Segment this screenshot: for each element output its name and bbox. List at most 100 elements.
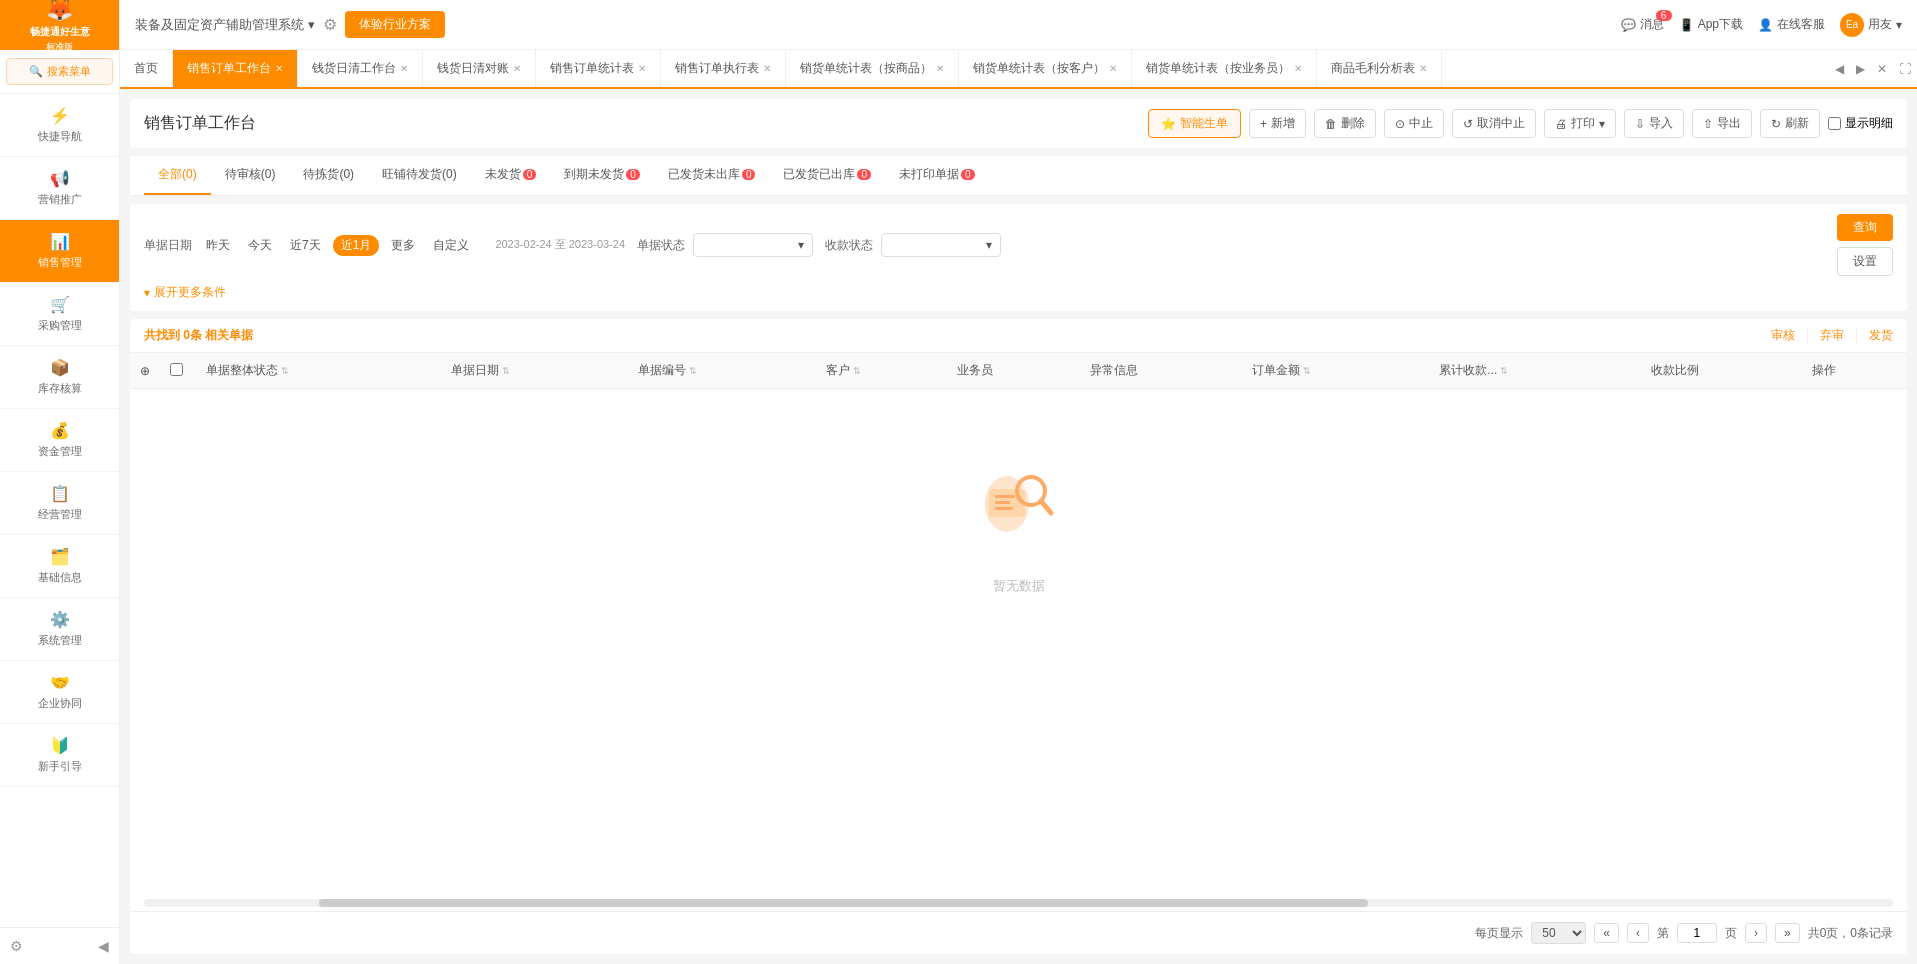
receipt-select[interactable]: ▾ <box>881 233 1001 257</box>
search-menu-button[interactable]: 🔍 搜索菜单 <box>6 58 113 85</box>
tab-sales-exec[interactable]: 销售订单执行表 ✕ <box>661 50 786 87</box>
tab-close-sales-summary-customer[interactable]: ✕ <box>1109 63 1117 74</box>
expand-icon: ▾ <box>144 286 150 300</box>
sidebar-item-finance[interactable]: 💰 资金管理 <box>0 409 119 472</box>
tab-maximize-btn[interactable]: ⛶ <box>1893 54 1917 84</box>
cancel-stop-button[interactable]: ↺ 取消中止 <box>1452 109 1536 138</box>
tab-close-cash-reconcile[interactable]: ✕ <box>513 63 521 74</box>
batch-deliver-btn[interactable]: 发货 <box>1869 327 1893 344</box>
solution-button[interactable]: 体验行业方案 <box>345 11 445 38</box>
expand-conditions-btn[interactable]: ▾ 展开更多条件 <box>144 284 1893 301</box>
tab-close-sales-summary-product[interactable]: ✕ <box>936 63 944 74</box>
page-number-input[interactable] <box>1677 923 1717 943</box>
sidebar-item-inventory[interactable]: 📦 库存核算 <box>0 346 119 409</box>
filter-date-yesterday[interactable]: 昨天 <box>200 235 236 256</box>
tab-home[interactable]: 首页 <box>120 50 173 87</box>
system-title-dropdown[interactable]: 装备及固定资产辅助管理系统 ▾ <box>135 16 315 34</box>
messages-btn[interactable]: 💬 消息 6 <box>1621 16 1664 33</box>
tab-cash-reconcile[interactable]: 钱货日清对账 ✕ <box>423 50 536 87</box>
import-button[interactable]: ⇩ 导入 <box>1624 109 1684 138</box>
sub-tab-shipped-out[interactable]: 已发货已出库0 <box>769 156 885 195</box>
sort-doc-date[interactable]: 单据日期 ⇅ <box>451 362 619 379</box>
per-page-select[interactable]: 50 10 20 100 <box>1531 922 1586 944</box>
tab-sales-summary-product[interactable]: 销货单统计表（按商品） ✕ <box>786 50 959 87</box>
sidebar-item-enterprise[interactable]: 🤝 企业协同 <box>0 661 119 724</box>
status-select[interactable]: ▾ <box>693 233 813 257</box>
tab-cash-daily[interactable]: 钱货日清工作台 ✕ <box>298 50 423 87</box>
finance-icon: 💰 <box>50 421 70 440</box>
sub-tab-overdue-not-shipped[interactable]: 到期未发货0 <box>550 156 654 195</box>
refresh-button[interactable]: ↻ 刷新 <box>1760 109 1820 138</box>
sub-tab-pending-inspect[interactable]: 待拣货(0) <box>289 156 368 195</box>
tab-close-sales-exec[interactable]: ✕ <box>763 63 771 74</box>
tab-next-btn[interactable]: ▶ <box>1850 54 1871 84</box>
tab-margin-analysis[interactable]: 商品毛利分析表 ✕ <box>1317 50 1442 87</box>
tab-close-sales-summary-staff[interactable]: ✕ <box>1294 63 1302 74</box>
export-button[interactable]: ⇧ 导出 <box>1692 109 1752 138</box>
tab-close-cash-daily[interactable]: ✕ <box>400 63 408 74</box>
filter-settings-button[interactable]: 设置 <box>1837 247 1893 276</box>
app-download-btn[interactable]: 📱 App下载 <box>1679 16 1743 33</box>
batch-unapprove-btn[interactable]: 弃审 <box>1820 327 1844 344</box>
sort-doc-no[interactable]: 单据编号 ⇅ <box>638 362 806 379</box>
select-all-checkbox[interactable] <box>170 363 183 376</box>
sidebar-item-marketing[interactable]: 📢 营销推广 <box>0 157 119 220</box>
filter-date-more[interactable]: 更多 <box>385 235 421 256</box>
filter-date-custom[interactable]: 自定义 <box>427 235 475 256</box>
next-page-btn[interactable]: › <box>1745 923 1767 943</box>
smart-create-button[interactable]: ⭐ 智能生单 <box>1148 109 1241 138</box>
show-detail-checkbox[interactable] <box>1828 117 1841 130</box>
tab-sales-workbench[interactable]: 销售订单工作台 ✕ <box>173 50 298 87</box>
purchase-icon: 🛒 <box>50 295 70 314</box>
sub-tab-all[interactable]: 全部(0) <box>144 156 211 195</box>
filter-date-7days[interactable]: 近7天 <box>284 235 327 256</box>
horizontal-scrollbar[interactable] <box>144 899 1893 907</box>
print-button[interactable]: 🖨 打印 ▾ <box>1544 109 1616 138</box>
status-select-arrow: ▾ <box>798 238 804 252</box>
show-detail-toggle[interactable]: 显示明细 <box>1828 115 1893 132</box>
first-page-btn[interactable]: « <box>1594 923 1619 943</box>
filter-date-today[interactable]: 今天 <box>242 235 278 256</box>
sort-customer[interactable]: 客户 ⇅ <box>826 362 937 379</box>
sidebar-item-sales[interactable]: 📊 销售管理 <box>0 220 119 283</box>
sidebar-item-guide[interactable]: 🔰 新手引导 <box>0 724 119 787</box>
data-table: ⊕ 单据整体状态 ⇅ <box>130 353 1907 389</box>
sub-tab-shipped-not-out[interactable]: 已发货未出库0 <box>654 156 770 195</box>
sidebar-item-basic[interactable]: 🗂️ 基础信息 <box>0 535 119 598</box>
tab-close-all-btn[interactable]: ✕ <box>1871 54 1893 84</box>
add-button[interactable]: + 新增 <box>1249 109 1306 138</box>
tab-close-sales-stats[interactable]: ✕ <box>638 63 646 74</box>
sort-received[interactable]: 累计收款... ⇅ <box>1439 362 1631 379</box>
sidebar-item-quick-nav[interactable]: ⚡ 快捷导航 <box>0 94 119 157</box>
delete-button[interactable]: 🗑 删除 <box>1314 109 1376 138</box>
svg-line-6 <box>1041 501 1051 513</box>
sort-amount[interactable]: 订单金额 ⇅ <box>1252 362 1420 379</box>
sub-tab-not-shipped[interactable]: 未发货0 <box>471 156 551 195</box>
filter-date-1month[interactable]: 近1月 <box>333 235 380 256</box>
sidebar-item-system[interactable]: ⚙️ 系统管理 <box>0 598 119 661</box>
online-service-btn[interactable]: 👤 在线客服 <box>1758 16 1825 33</box>
tab-sales-summary-customer[interactable]: 销货单统计表（按客户） ✕ <box>959 50 1132 87</box>
user-menu[interactable]: Ea 用友 ▾ <box>1840 13 1902 37</box>
tab-sales-summary-staff[interactable]: 销货单统计表（按业务员） ✕ <box>1132 50 1317 87</box>
query-button[interactable]: 查询 <box>1837 214 1893 241</box>
sort-doc-status[interactable]: 单据整体状态 ⇅ <box>206 362 431 379</box>
topbar-settings-icon[interactable]: ⚙ <box>323 15 337 34</box>
prev-page-btn[interactable]: ‹ <box>1627 923 1649 943</box>
last-page-btn[interactable]: » <box>1775 923 1800 943</box>
stop-button[interactable]: ⊙ 中止 <box>1384 109 1444 138</box>
tab-sales-stats[interactable]: 销售订单统计表 ✕ <box>536 50 661 87</box>
tab-prev-btn[interactable]: ◀ <box>1829 54 1850 84</box>
sidebar-collapse-btn[interactable]: ◀ <box>98 938 109 954</box>
batch-audit-btn[interactable]: 审核 <box>1771 327 1795 344</box>
sub-tab-wangpu-deliver[interactable]: 旺铺待发货(0) <box>368 156 471 195</box>
sub-tab-not-printed[interactable]: 未打印单据0 <box>885 156 989 195</box>
tab-close-sales-workbench[interactable]: ✕ <box>275 63 283 74</box>
tab-close-margin-analysis[interactable]: ✕ <box>1419 63 1427 74</box>
scrollbar-thumb[interactable] <box>319 899 1368 907</box>
sidebar-item-operation[interactable]: 📋 经营管理 <box>0 472 119 535</box>
filter-receipt-item: 收款状态 ▾ <box>825 233 1001 257</box>
sub-tab-pending-audit[interactable]: 待审核(0) <box>211 156 290 195</box>
sidebar-settings-btn[interactable]: ⚙ <box>10 938 23 954</box>
sidebar-item-purchase[interactable]: 🛒 采购管理 <box>0 283 119 346</box>
